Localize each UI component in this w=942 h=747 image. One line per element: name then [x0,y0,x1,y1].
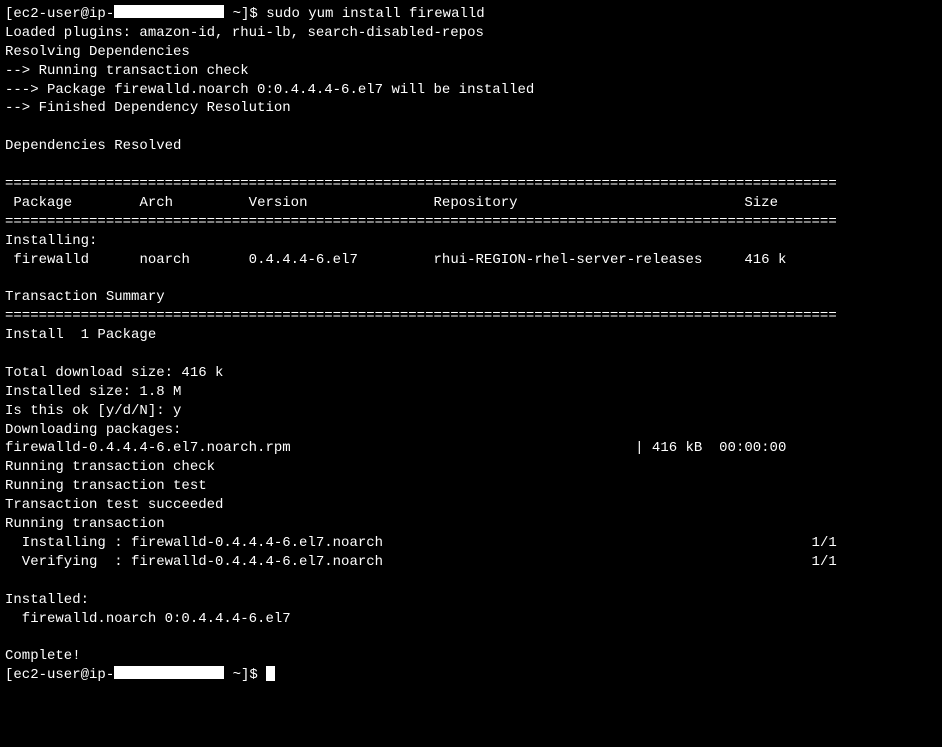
output-line: --> Finished Dependency Resolution [5,100,291,116]
rpm-progress: | 416 kB 00:00:00 [635,440,786,456]
rpm-file: firewalld-0.4.4.4-6.el7.noarch.rpm [5,440,291,456]
command-text: sudo yum install firewalld [266,6,484,22]
table-cell-repo: rhui-REGION-rhel-server-releases [434,252,703,268]
table-header-version: Version [249,195,308,211]
output-line: Running transaction test [5,478,207,494]
output-line: Installing: [5,233,97,249]
output-line: Transaction Summary [5,289,165,305]
redacted-ip [114,5,224,18]
output-line: Install 1 Package [5,327,156,343]
output-line: Resolving Dependencies [5,44,190,60]
prompt-suffix: ~]$ [224,6,266,22]
progress-count: 1/1 [812,554,837,570]
output-line: Running transaction check [5,459,215,475]
install-step: Installing : firewalld-0.4.4.4-6.el7.noa… [5,535,383,551]
table-header-size: Size [744,195,778,211]
table-cell-size: 416 k [744,252,786,268]
table-cell-arch: noarch [139,252,189,268]
output-line: Installed: [5,592,89,608]
prompt-suffix: ~]$ [224,667,266,683]
table-cell-package: firewalld [5,252,89,268]
output-line: firewalld.noarch 0:0.4.4.4-6.el7 [5,611,291,627]
verify-step: Verifying : firewalld-0.4.4.4-6.el7.noar… [5,554,383,570]
table-header-package: Package [5,195,72,211]
progress-count: 1/1 [812,535,837,551]
output-line: ---> Package firewalld.noarch 0:0.4.4.4-… [5,82,534,98]
output-line: Complete! [5,648,81,664]
redacted-ip [114,666,224,679]
table-header-repository: Repository [434,195,518,211]
output-line: Transaction test succeeded [5,497,223,513]
terminal-output[interactable]: [ec2-user@ip- ~]$ sudo yum install firew… [5,5,937,685]
confirm-prompt: Is this ok [y/d/N]: y [5,403,181,419]
output-line: Downloading packages: [5,422,181,438]
table-cell-version: 0.4.4.4-6.el7 [249,252,358,268]
prompt-prefix: [ec2-user@ip- [5,6,114,22]
prompt-prefix: [ec2-user@ip- [5,667,114,683]
terminal-cursor[interactable] [266,666,275,681]
output-line: Total download size: 416 k [5,365,223,381]
output-line: Loaded plugins: amazon-id, rhui-lb, sear… [5,25,484,41]
output-line: --> Running transaction check [5,63,249,79]
output-line: Dependencies Resolved [5,138,181,154]
table-header-arch: Arch [139,195,173,211]
output-line: Installed size: 1.8 M [5,384,181,400]
output-line: Running transaction [5,516,165,532]
